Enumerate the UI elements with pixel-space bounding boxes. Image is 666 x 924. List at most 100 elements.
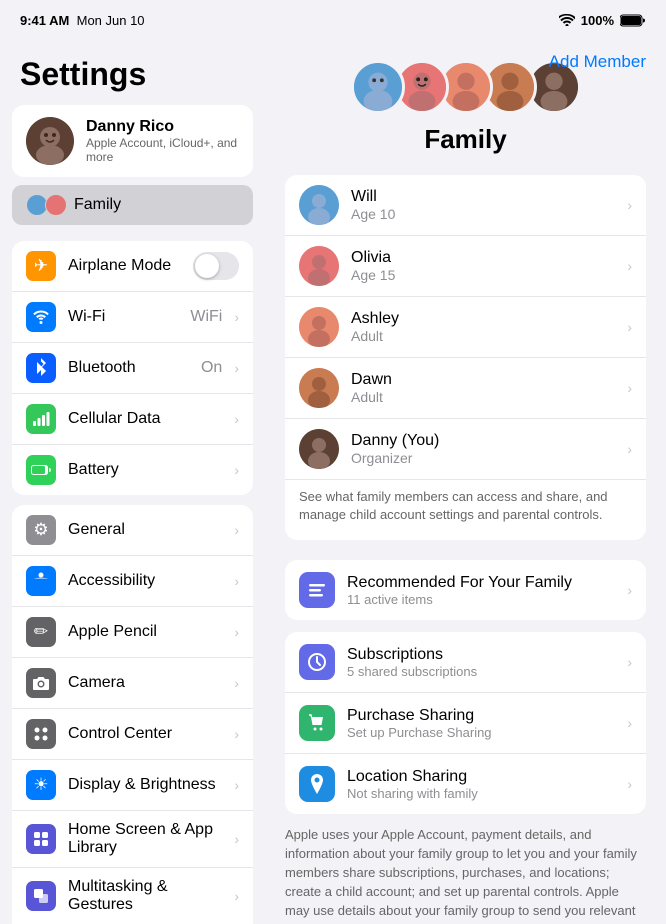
- subscriptions-info: Subscriptions 5 shared subscriptions: [347, 646, 615, 679]
- family-title: Family: [424, 124, 506, 155]
- sidebar-item-accessibility[interactable]: Accessibility ›: [12, 556, 253, 607]
- battery-chevron: ›: [234, 462, 239, 478]
- member-name-ashley: Ashley: [351, 310, 615, 328]
- applepencil-label: Apple Pencil: [68, 623, 222, 641]
- member-age-olivia: Age 15: [351, 267, 615, 283]
- location-sharing-info: Location Sharing Not sharing with family: [347, 768, 615, 801]
- airplane-icon: ✈: [26, 251, 56, 281]
- purchase-sharing-icon: [299, 705, 335, 741]
- sidebar-item-general[interactable]: ⚙ General ›: [12, 505, 253, 556]
- wifi-chevron: ›: [234, 309, 239, 325]
- status-time: 9:41 AM Mon Jun 10: [20, 13, 145, 28]
- members-description: See what family members can access and s…: [299, 488, 632, 524]
- airplane-toggle[interactable]: [193, 252, 239, 280]
- member-info-olivia: Olivia Age 15: [351, 249, 615, 283]
- add-member-container: Add Member: [549, 52, 646, 72]
- member-row-danny[interactable]: Danny (You) Organizer ›: [285, 419, 646, 480]
- member-chevron-will: ›: [627, 197, 632, 213]
- member-row-olivia[interactable]: Olivia Age 15 ›: [285, 236, 646, 297]
- sidebar-item-wifi[interactable]: Wi-Fi WiFi ›: [12, 292, 253, 343]
- user-info: Danny Rico Apple Account, iCloud+, and m…: [86, 118, 239, 164]
- accessibility-chevron: ›: [234, 573, 239, 589]
- member-name-will: Will: [351, 188, 615, 206]
- cellular-chevron: ›: [234, 411, 239, 427]
- settings-group-network: ✈ Airplane Mode Wi-Fi WiFi ›: [12, 241, 253, 495]
- battery-label: Battery: [68, 461, 222, 479]
- user-name: Danny Rico: [86, 118, 239, 136]
- battery-settings-icon: [26, 455, 56, 485]
- purchase-sharing-row[interactable]: Purchase Sharing Set up Purchase Sharing…: [285, 693, 646, 754]
- sidebar-item-family[interactable]: Family: [12, 185, 253, 225]
- cellular-icon: [26, 404, 56, 434]
- location-sharing-title: Location Sharing: [347, 768, 615, 786]
- subscriptions-title: Subscriptions: [347, 646, 615, 664]
- member-row-ashley[interactable]: Ashley Adult ›: [285, 297, 646, 358]
- member-row-will[interactable]: Will Age 10 ›: [285, 175, 646, 236]
- sidebar-item-controlcenter[interactable]: Control Center ›: [12, 709, 253, 760]
- sidebar-item-cellular[interactable]: Cellular Data ›: [12, 394, 253, 445]
- purchase-sharing-title: Purchase Sharing: [347, 707, 615, 725]
- recommended-icon: [299, 572, 335, 608]
- family-info-text: Apple uses your Apple Account, payment d…: [285, 826, 646, 924]
- member-info-will: Will Age 10: [351, 188, 615, 222]
- status-bar: 9:41 AM Mon Jun 10 100%: [0, 0, 666, 40]
- recommended-info: Recommended For Your Family 11 active it…: [347, 574, 615, 607]
- member-name-olivia: Olivia: [351, 249, 615, 267]
- member-info-danny: Danny (You) Organizer: [351, 432, 615, 466]
- sidebar-item-multitasking[interactable]: Multitasking & Gestures ›: [12, 868, 253, 924]
- location-sharing-row[interactable]: Location Sharing Not sharing with family…: [285, 754, 646, 814]
- sidebar-title: Settings: [0, 56, 265, 105]
- general-icon: ⚙: [26, 515, 56, 545]
- sidebar-item-battery[interactable]: Battery ›: [12, 445, 253, 495]
- location-sharing-icon: [299, 766, 335, 802]
- sidebar-item-homescreen[interactable]: Home Screen & App Library ›: [12, 811, 253, 868]
- bluetooth-label: Bluetooth: [68, 359, 189, 377]
- purchase-sharing-sub: Set up Purchase Sharing: [347, 725, 615, 740]
- recommended-row[interactable]: Recommended For Your Family 11 active it…: [285, 560, 646, 620]
- multitasking-icon: [26, 881, 56, 911]
- user-avatar: [26, 117, 74, 165]
- family-header: Family: [285, 60, 646, 155]
- bluetooth-icon: [26, 353, 56, 383]
- controlcenter-icon: [26, 719, 56, 749]
- subscriptions-row[interactable]: Subscriptions 5 shared subscriptions ›: [285, 632, 646, 693]
- wifi-icon: [559, 14, 575, 26]
- member-age-ashley: Adult: [351, 328, 615, 344]
- bluetooth-value: On: [201, 359, 222, 377]
- wifi-value: WiFi: [190, 308, 222, 326]
- battery-icon: [620, 14, 646, 27]
- member-age-dawn: Adult: [351, 389, 615, 405]
- sidebar-item-applepencil[interactable]: ✏ Apple Pencil ›: [12, 607, 253, 658]
- member-row-dawn[interactable]: Dawn Adult ›: [285, 358, 646, 419]
- applepencil-icon: ✏: [26, 617, 56, 647]
- sidebar-item-airplane[interactable]: ✈ Airplane Mode: [12, 241, 253, 292]
- member-chevron-danny: ›: [627, 441, 632, 457]
- sidebar-item-camera[interactable]: Camera ›: [12, 658, 253, 709]
- display-icon: ☀: [26, 770, 56, 800]
- member-chevron-ashley: ›: [627, 319, 632, 335]
- homescreen-icon: [26, 824, 56, 854]
- member-info-ashley: Ashley Adult: [351, 310, 615, 344]
- member-avatar-will: [299, 185, 339, 225]
- sidebar-item-display[interactable]: ☀ Display & Brightness ›: [12, 760, 253, 811]
- add-member-button-top[interactable]: Add Member: [549, 52, 646, 72]
- family-avatars: [356, 60, 576, 114]
- purchase-sharing-info: Purchase Sharing Set up Purchase Sharing: [347, 707, 615, 740]
- member-chevron-dawn: ›: [627, 380, 632, 396]
- recommended-title: Recommended For Your Family: [347, 574, 615, 592]
- recommended-chevron: ›: [627, 582, 632, 598]
- settings-group-system: ⚙ General › Accessibility › ✏ Apple Penc…: [12, 505, 253, 924]
- location-sharing-chevron: ›: [627, 776, 632, 792]
- accessibility-icon: [26, 566, 56, 596]
- purchase-sharing-chevron: ›: [627, 715, 632, 731]
- applepencil-chevron: ›: [234, 624, 239, 640]
- controlcenter-label: Control Center: [68, 725, 222, 743]
- user-profile-card[interactable]: Danny Rico Apple Account, iCloud+, and m…: [12, 105, 253, 177]
- display-label: Display & Brightness: [68, 776, 222, 794]
- family-mini-avatars: [26, 194, 64, 216]
- member-name-danny: Danny (You): [351, 432, 615, 450]
- general-label: General: [68, 521, 222, 539]
- member-name-dawn: Dawn: [351, 371, 615, 389]
- member-age-danny: Organizer: [351, 450, 615, 466]
- sidebar-item-bluetooth[interactable]: Bluetooth On ›: [12, 343, 253, 394]
